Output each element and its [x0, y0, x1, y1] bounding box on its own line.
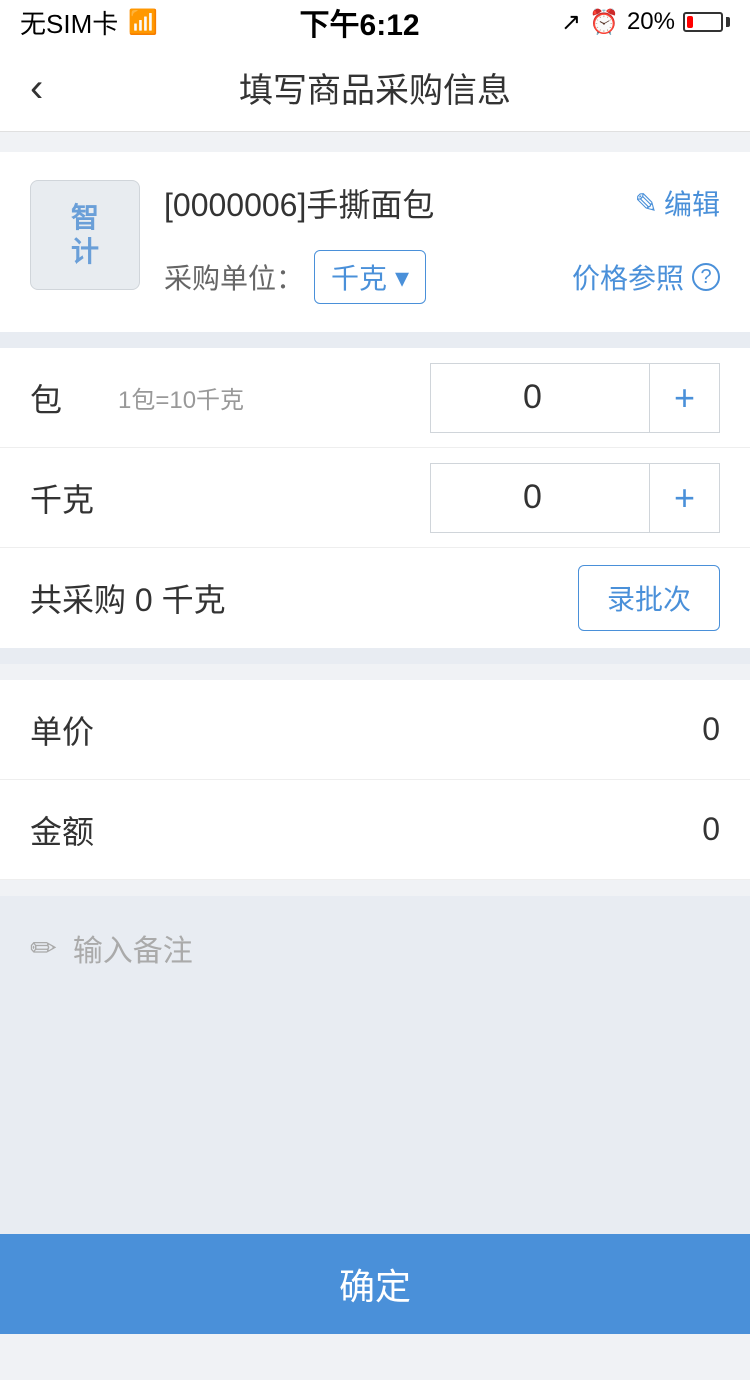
product-card: 智 计 [0000006]手撕面包 ✎ 编辑 采购单位： 千克 ▾ 价格参照 ? — [0, 152, 750, 332]
unit-label: 采购单位： — [164, 257, 304, 297]
note-section[interactable]: ✏ 输入备注 — [0, 896, 750, 1000]
bag-label: 包 — [30, 375, 110, 421]
record-batch-button[interactable]: 录批次 — [578, 565, 720, 631]
section-divider-2 — [0, 648, 750, 664]
location-icon: ↗ — [561, 8, 581, 37]
section-divider-1 — [0, 332, 750, 348]
nav-bar: ‹ 填写商品采购信息 — [0, 44, 750, 132]
price-ref-label: 价格参照 — [572, 257, 684, 297]
status-left: 无SIM卡 📶 — [20, 4, 158, 41]
price-reference-button[interactable]: 价格参照 ? — [572, 257, 720, 297]
status-right: ↗ ⏰ 20% — [561, 8, 730, 37]
kg-input-row: 千克 + — [0, 448, 750, 548]
note-placeholder: 输入备注 — [73, 926, 193, 970]
price-section: 单价 0 金额 0 — [0, 680, 750, 880]
bag-quantity-input[interactable] — [430, 363, 650, 433]
amount-row: 金额 0 — [0, 780, 750, 880]
amount-label: 金额 — [30, 807, 94, 853]
kg-input-controls: + — [430, 463, 720, 533]
bag-input-controls: + — [430, 363, 720, 433]
dropdown-arrow-icon: ▾ — [395, 261, 409, 294]
product-image: 智 计 — [30, 180, 140, 290]
kg-quantity-input[interactable] — [430, 463, 650, 533]
battery-icon — [683, 12, 730, 32]
product-logo: 智 计 — [71, 201, 99, 268]
bag-sublabel: 1包=10千克 — [118, 380, 244, 415]
time-display: 下午6:12 — [300, 0, 420, 44]
product-name-row: [0000006]手撕面包 ✎ 编辑 — [164, 180, 720, 226]
bag-plus-button[interactable]: + — [650, 363, 720, 433]
product-name: [0000006]手撕面包 — [164, 180, 434, 226]
help-icon: ? — [692, 263, 720, 291]
kg-label: 千克 — [30, 475, 110, 521]
wifi-icon: 📶 — [128, 8, 158, 37]
edit-icon: ✎ — [635, 187, 658, 220]
product-info: [0000006]手撕面包 ✎ 编辑 采购单位： 千克 ▾ 价格参照 ? — [164, 180, 720, 304]
confirm-button[interactable]: 确定 — [0, 1234, 750, 1334]
bag-plus-icon: + — [674, 377, 695, 419]
status-bar: 无SIM卡 📶 下午6:12 ↗ ⏰ 20% — [0, 0, 750, 44]
unit-price-value: 0 — [702, 711, 720, 748]
unit-price-label: 单价 — [30, 707, 94, 753]
summary-text: 共采购 0 千克 — [30, 575, 226, 621]
summary-row: 共采购 0 千克 录批次 — [0, 548, 750, 648]
input-section: 包 1包=10千克 + 千克 + 共采购 0 千克 录批次 — [0, 348, 750, 648]
kg-plus-button[interactable]: + — [650, 463, 720, 533]
kg-plus-icon: + — [674, 477, 695, 519]
back-button[interactable]: ‹ — [30, 68, 43, 108]
amount-value: 0 — [702, 811, 720, 848]
alarm-icon: ⏰ — [589, 8, 619, 37]
edit-label: 编辑 — [664, 183, 720, 223]
unit-row: 采购单位： 千克 ▾ 价格参照 ? — [164, 250, 720, 304]
unit-dropdown[interactable]: 千克 ▾ — [314, 250, 426, 304]
page-title: 填写商品采购信息 — [239, 63, 511, 112]
unit-price-row: 单价 0 — [0, 680, 750, 780]
pencil-icon: ✏ — [30, 929, 57, 967]
unit-value: 千克 — [331, 257, 387, 297]
battery-percent: 20% — [627, 8, 675, 36]
unit-selector-group: 采购单位： 千克 ▾ — [164, 250, 426, 304]
bag-input-row: 包 1包=10千克 + — [0, 348, 750, 448]
edit-button[interactable]: ✎ 编辑 — [635, 183, 720, 223]
carrier-text: 无SIM卡 — [20, 4, 118, 41]
